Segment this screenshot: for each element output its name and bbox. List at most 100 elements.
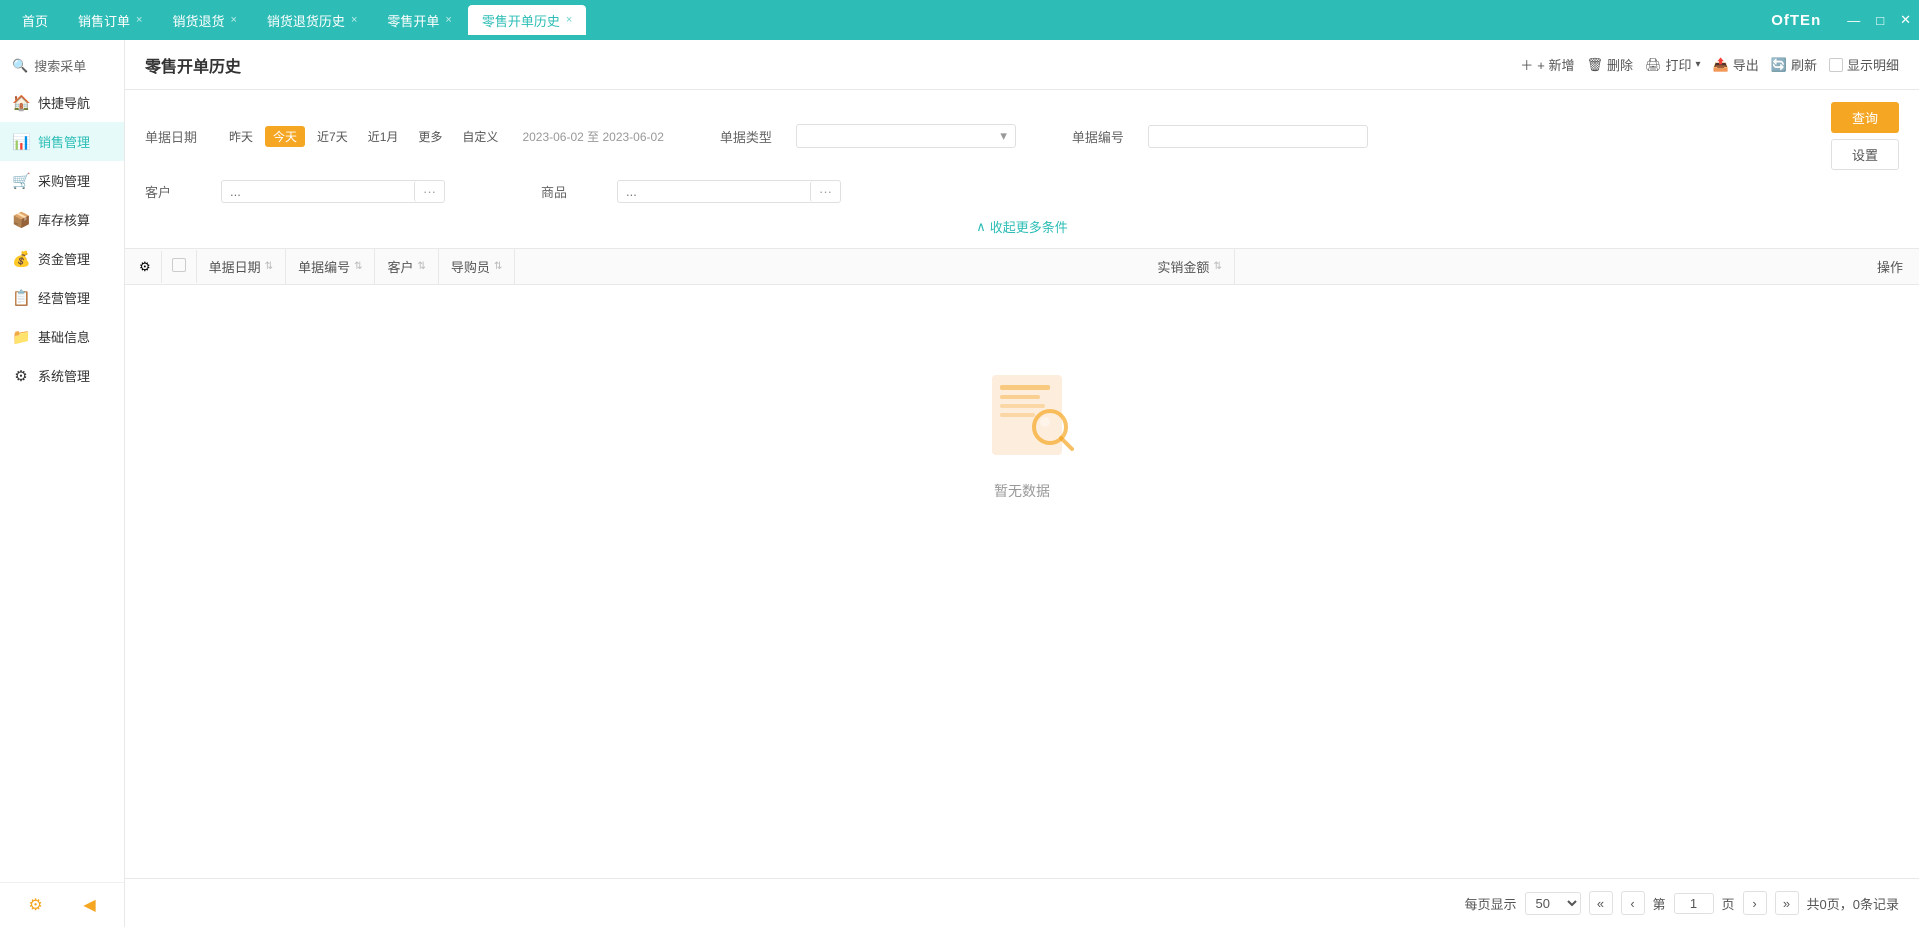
first-page-btn[interactable]: « xyxy=(1589,891,1613,915)
sidebar-icon: 📋 xyxy=(12,289,30,307)
sidebar-icon: 📊 xyxy=(12,133,30,151)
print-button[interactable]: 🖨 打印 ▾ xyxy=(1645,55,1701,74)
brand-label: OfTEn xyxy=(1771,12,1821,29)
top-bar: 首页销售订单×销货退货×销货退货历史×零售开单×零售开单历史× OfTEn — … xyxy=(0,0,1919,40)
tab-首页[interactable]: 首页 xyxy=(8,5,62,35)
sidebar-item-资金管理[interactable]: 💰 资金管理 xyxy=(0,239,124,278)
sidebar-icon: 📁 xyxy=(12,328,30,346)
display-detail-checkbox[interactable] xyxy=(1829,58,1843,72)
date-filter-label: 单据日期 xyxy=(145,127,205,146)
prev-page-btn[interactable]: ‹ xyxy=(1621,891,1645,915)
col-label: 实销金额 xyxy=(1157,257,1209,276)
col-label: 导购员 xyxy=(451,257,490,276)
doc-no-input[interactable] xyxy=(1148,125,1368,148)
th-客户[interactable]: 客户 ⇅ xyxy=(375,249,438,284)
sidebar: 🔍 搜索采单 🏠 快捷导航 📊 销售管理 🛒 采购管理 📦 库存核算 💰 资金管… xyxy=(0,40,125,927)
tab-label: 销货退货历史 xyxy=(267,11,345,30)
set-button[interactable]: 设置 xyxy=(1831,139,1899,170)
header-actions: ＋ + 新增 🗑 删除 🖨 打印 ▾ 📤 导出 🔄 xyxy=(1520,55,1899,74)
sidebar-item-库存核算[interactable]: 📦 库存核算 xyxy=(0,200,124,239)
tab-销货退货历史[interactable]: 销货退货历史 × xyxy=(253,5,371,35)
sidebar-item-采购管理[interactable]: 🛒 采购管理 xyxy=(0,161,124,200)
goods-ellipsis-btn[interactable]: ··· xyxy=(810,181,840,202)
empty-illustration xyxy=(972,365,1072,465)
sidebar-search[interactable]: 🔍 搜索采单 xyxy=(0,48,124,83)
date-btn-更多[interactable]: 更多 xyxy=(410,126,450,147)
close-btn[interactable]: ✕ xyxy=(1900,12,1911,28)
export-button[interactable]: 📤 导出 xyxy=(1713,55,1759,74)
settings-bottom-icon[interactable]: ⚙ xyxy=(28,895,42,915)
th-导购员[interactable]: 导购员⇅ xyxy=(439,249,515,284)
select-all-checkbox[interactable] xyxy=(162,250,197,283)
delete-button[interactable]: 🗑 删除 xyxy=(1586,55,1633,74)
th-单据编号[interactable]: 单据编号⇅ xyxy=(286,249,375,284)
date-btn-近7天[interactable]: 近7天 xyxy=(309,126,356,147)
tab-销售订单[interactable]: 销售订单 × xyxy=(64,5,156,35)
sort-icon: ⇅ xyxy=(417,261,425,272)
minimize-btn[interactable]: — xyxy=(1847,13,1860,28)
goods-input[interactable] xyxy=(618,181,810,202)
col-label: 单据日期 xyxy=(209,257,261,276)
tab-销货退货[interactable]: 销货退货× xyxy=(158,5,250,35)
last-page-btn[interactable]: » xyxy=(1775,891,1799,915)
tab-bar: 首页销售订单×销货退货×销货退货历史×零售开单×零售开单历史× xyxy=(8,5,1771,35)
th-实销金额[interactable]: 实销金额⇅ xyxy=(1145,249,1234,284)
gear-icon: ⚙ xyxy=(139,259,151,274)
customer-ellipsis-btn[interactable]: ··· xyxy=(414,181,444,202)
tab-label: 零售开单历史 xyxy=(482,11,560,30)
date-btn-昨天[interactable]: 昨天 xyxy=(221,126,261,147)
maximize-btn[interactable]: □ xyxy=(1876,13,1884,28)
sidebar-item-销售管理[interactable]: 📊 销售管理 xyxy=(0,122,124,161)
refresh-button[interactable]: 🔄 刷新 xyxy=(1771,55,1817,74)
display-detail-label: 显示明细 xyxy=(1847,55,1899,74)
col-label: 客户 xyxy=(387,257,413,276)
customer-input[interactable] xyxy=(222,181,414,202)
date-btn-今天[interactable]: 今天 xyxy=(265,126,305,147)
sidebar-icon: ⚙ xyxy=(12,367,30,385)
refresh-icon: 🔄 xyxy=(1771,57,1787,73)
th-操作: 操作 xyxy=(1865,249,1915,284)
query-set-group: 查询 设置 xyxy=(1831,102,1899,170)
date-btn-自定义[interactable]: 自定义 xyxy=(454,126,506,147)
query-button[interactable]: 查询 xyxy=(1831,102,1899,133)
sidebar-search-label: 搜索采单 xyxy=(34,56,86,75)
delete-icon: 🗑 xyxy=(1586,57,1603,73)
per-page-select[interactable]: 50 20 100 xyxy=(1525,892,1581,915)
page-input[interactable] xyxy=(1674,893,1714,914)
table-settings-btn[interactable]: ⚙ xyxy=(129,251,162,283)
tab-零售开单历史[interactable]: 零售开单历史 × xyxy=(468,5,586,35)
tab-close-icon[interactable]: × xyxy=(230,14,236,26)
next-page-btn[interactable]: › xyxy=(1743,891,1767,915)
tab-close-icon[interactable]: × xyxy=(351,14,357,26)
th-单据日期[interactable]: 单据日期 ⇅ xyxy=(197,249,286,284)
select-all-checkbox-box[interactable] xyxy=(172,258,186,272)
add-button[interactable]: ＋ + 新增 xyxy=(1520,55,1574,74)
sidebar-item-label: 快捷导航 xyxy=(38,93,90,112)
doc-no-label: 单据编号 xyxy=(1072,127,1132,146)
search-icon: 🔍 xyxy=(12,58,28,74)
collapse-sidebar-icon[interactable]: ◀ xyxy=(83,895,95,915)
tab-零售开单[interactable]: 零售开单× xyxy=(373,5,465,35)
sidebar-item-经营管理[interactable]: 📋 经营管理 xyxy=(0,278,124,317)
tab-close-icon[interactable]: × xyxy=(566,14,572,26)
sidebar-icon: 🛒 xyxy=(12,172,30,190)
sidebar-item-快捷导航[interactable]: 🏠 快捷导航 xyxy=(0,83,124,122)
sort-icon: ⇅ xyxy=(265,261,273,272)
sidebar-item-系统管理[interactable]: ⚙ 系统管理 xyxy=(0,356,124,395)
sidebar-icon: 💰 xyxy=(12,250,30,268)
collapse-filter-btn[interactable]: ∧ 收起更多条件 xyxy=(145,213,1899,244)
date-btn-近1月[interactable]: 近1月 xyxy=(360,126,407,147)
sidebar-item-label: 销售管理 xyxy=(38,132,90,151)
sidebar-item-基础信息[interactable]: 📁 基础信息 xyxy=(0,317,124,356)
sidebar-item-label: 系统管理 xyxy=(38,366,90,385)
per-page-label: 每页显示 xyxy=(1464,894,1516,913)
tab-close-icon[interactable]: × xyxy=(445,14,451,26)
empty-text-label: 暂无数据 xyxy=(994,481,1050,501)
sort-icon: ⇅ xyxy=(354,261,362,272)
print-arrow-icon: ▾ xyxy=(1696,59,1701,70)
customer-label: 客户 xyxy=(145,182,205,201)
doc-type-select[interactable]: ▾ xyxy=(796,124,1016,148)
display-detail-toggle[interactable]: 显示明细 xyxy=(1829,55,1899,74)
tab-label: 销售订单 xyxy=(78,11,130,30)
tab-close-icon[interactable]: × xyxy=(136,14,142,26)
